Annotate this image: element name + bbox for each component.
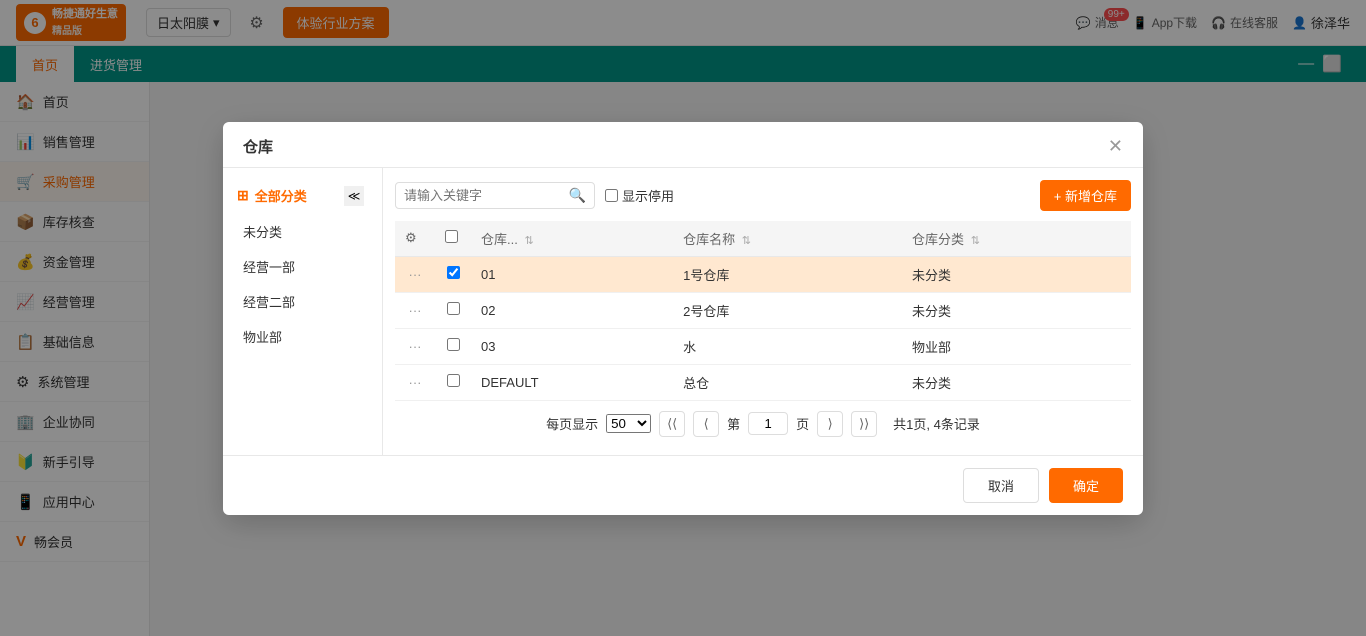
row-name: 水 — [673, 328, 902, 364]
col-header-category: 仓库分类 ⇅ — [902, 221, 1131, 257]
sort-icon-code: ⇅ — [524, 235, 533, 247]
modal-footer: 取消 确定 — [223, 455, 1143, 515]
row-name: 2号仓库 — [673, 292, 902, 328]
col-header-code: 仓库... ⇅ — [471, 221, 673, 257]
search-box: 🔍 — [395, 182, 595, 209]
category-panel: ⊞ 全部分类 ≪ 未分类 经营一部 经营二部 物业部 — [223, 168, 383, 455]
modal-body: ⊞ 全部分类 ≪ 未分类 经营一部 经营二部 物业部 — [223, 168, 1143, 455]
show-disabled-checkbox[interactable] — [605, 189, 618, 202]
col-header-name: 仓库名称 ⇅ — [673, 221, 902, 257]
cancel-button[interactable]: 取消 — [963, 468, 1039, 503]
row-code: DEFAULT — [471, 364, 673, 400]
warehouse-modal: 仓库 ✕ ⊞ 全部分类 ≪ 未分类 经营一部 经营二部 — [223, 122, 1143, 515]
col-header-check — [435, 221, 471, 257]
table-row[interactable]: ··· 02 2号仓库 未分类 — [395, 292, 1131, 328]
row-code: 02 — [471, 292, 673, 328]
category-item-dept2[interactable]: 经营二部 — [223, 284, 382, 319]
page-suffix: 页 — [796, 414, 809, 433]
row-checkbox[interactable] — [435, 292, 471, 328]
col-header-gear: ⚙ — [395, 221, 435, 257]
row-checkbox[interactable] — [435, 256, 471, 292]
category-all[interactable]: ⊞ 全部分类 ≪ — [223, 178, 382, 214]
select-all-checkbox[interactable] — [445, 230, 458, 243]
modal-title: 仓库 — [243, 136, 273, 157]
row-dots[interactable]: ··· — [395, 256, 435, 292]
page-label: 第 — [727, 414, 740, 433]
category-item-dept1[interactable]: 经营一部 — [223, 249, 382, 284]
row-category: 未分类 — [902, 256, 1131, 292]
sort-icon-category: ⇅ — [971, 235, 980, 247]
row-name: 1号仓库 — [673, 256, 902, 292]
prev-page-button[interactable]: ⟨ — [693, 411, 719, 437]
row-name: 总仓 — [673, 364, 902, 400]
first-page-button[interactable]: ⟨⟨ — [659, 411, 685, 437]
modal-overlay: 仓库 ✕ ⊞ 全部分类 ≪ 未分类 经营一部 经营二部 — [0, 0, 1366, 636]
per-page-select[interactable]: 50 10 20 100 — [606, 414, 651, 433]
pagination: 每页显示 50 10 20 100 ⟨⟨ ⟨ 第 页 ⟩ ⟩⟩ 共1页, 4条记… — [395, 401, 1131, 443]
search-input[interactable] — [404, 188, 565, 203]
row-dots[interactable]: ··· — [395, 292, 435, 328]
row-checkbox[interactable] — [435, 364, 471, 400]
table-toolbar: 🔍 显示停用 + 新增仓库 — [395, 180, 1131, 211]
category-item-unclassified[interactable]: 未分类 — [223, 214, 382, 249]
page-input[interactable] — [748, 412, 788, 435]
row-code: 01 — [471, 256, 673, 292]
show-disabled-label[interactable]: 显示停用 — [605, 186, 674, 205]
row-category: 未分类 — [902, 292, 1131, 328]
grid-icon: ⊞ — [237, 187, 249, 204]
add-warehouse-button[interactable]: + 新增仓库 — [1040, 180, 1131, 211]
row-code: 03 — [471, 328, 673, 364]
confirm-button[interactable]: 确定 — [1049, 468, 1123, 503]
table-row[interactable]: ··· 03 水 物业部 — [395, 328, 1131, 364]
row-dots[interactable]: ··· — [395, 328, 435, 364]
next-page-button[interactable]: ⟩ — [817, 411, 843, 437]
warehouse-table: ⚙ 仓库... ⇅ 仓库名称 ⇅ — [395, 221, 1131, 401]
category-all-label: 全部分类 — [255, 186, 307, 205]
modal-header: 仓库 ✕ — [223, 122, 1143, 168]
per-page-label: 每页显示 — [546, 414, 598, 433]
search-icon[interactable]: 🔍 — [569, 187, 586, 204]
row-dots[interactable]: ··· — [395, 364, 435, 400]
table-row[interactable]: ··· 01 1号仓库 未分类 — [395, 256, 1131, 292]
category-item-property[interactable]: 物业部 — [223, 319, 382, 354]
row-checkbox[interactable] — [435, 328, 471, 364]
table-row[interactable]: ··· DEFAULT 总仓 未分类 — [395, 364, 1131, 400]
sort-icon-name: ⇅ — [742, 235, 751, 247]
modal-close-button[interactable]: ✕ — [1108, 136, 1123, 157]
collapse-button[interactable]: ≪ — [344, 186, 364, 206]
total-info: 共1页, 4条记录 — [893, 414, 980, 433]
last-page-button[interactable]: ⟩⟩ — [851, 411, 877, 437]
table-container: ⚙ 仓库... ⇅ 仓库名称 ⇅ — [395, 221, 1131, 401]
table-panel: 🔍 显示停用 + 新增仓库 ⚙ — [383, 168, 1143, 455]
row-category: 未分类 — [902, 364, 1131, 400]
row-category: 物业部 — [902, 328, 1131, 364]
